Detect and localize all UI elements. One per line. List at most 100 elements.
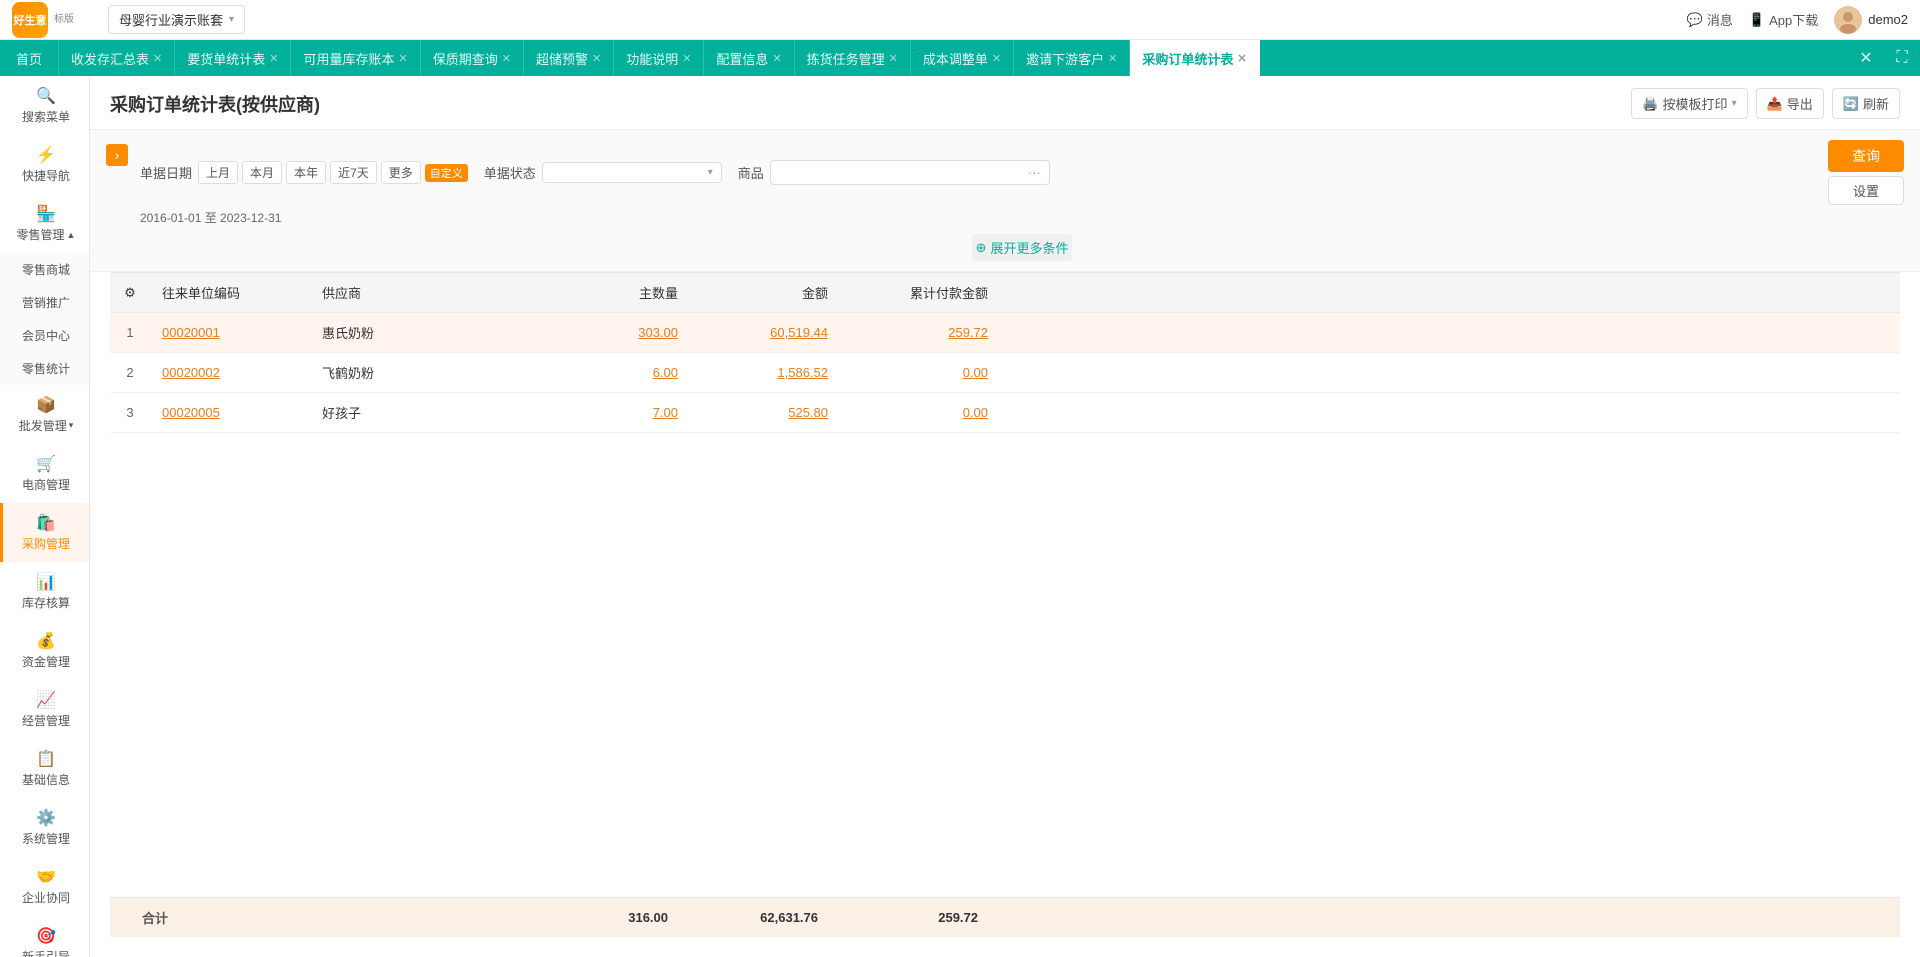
cell-qty-1[interactable]: 303.00 xyxy=(560,313,690,353)
close-icon[interactable]: ✕ xyxy=(502,52,511,65)
user-area[interactable]: demo2 xyxy=(1834,6,1908,34)
tab-function-desc[interactable]: 功能说明 ✕ xyxy=(614,40,704,76)
newbie-icon: 🎯 xyxy=(36,926,56,946)
page-title: 采购订单统计表(按供应商) xyxy=(110,91,320,117)
cell-amount-3[interactable]: 525.80 xyxy=(690,393,840,433)
tab-collapse-btn[interactable]: ✕ xyxy=(1848,40,1884,76)
sidebar-item-collab[interactable]: 🤝 企业协同 xyxy=(0,857,89,916)
table-row: 1 00020001 惠氏奶粉 303.00 60,519.44 259.72 xyxy=(110,313,1900,353)
expand-toggle-btn[interactable]: › xyxy=(106,144,128,166)
close-icon-active[interactable]: ✕ xyxy=(1237,52,1246,65)
tab-config[interactable]: 配置信息 ✕ xyxy=(704,40,794,76)
expand-more-btn[interactable]: ⊕ 展开更多条件 xyxy=(972,234,1073,261)
sidebar-item-newbie[interactable]: 🎯 新手引导 xyxy=(0,916,89,957)
filter-date-group: 单据日期 上月 本月 本年 近7天 更多 自定义 xyxy=(140,161,468,184)
sidebar-item-search[interactable]: 🔍 搜索菜单 xyxy=(0,76,89,135)
close-icon[interactable]: ✕ xyxy=(682,52,691,65)
tab-receivable[interactable]: 收发存汇总表 ✕ xyxy=(59,40,175,76)
close-icon[interactable]: ✕ xyxy=(269,52,278,65)
tab-overstock[interactable]: 超储预警 ✕ xyxy=(524,40,614,76)
sidebar-operations-label: 经营管理 xyxy=(22,712,70,729)
filter-status-select[interactable]: ▾ xyxy=(542,162,722,183)
btn-this-month[interactable]: 本月 xyxy=(242,161,282,184)
btn-this-year[interactable]: 本年 xyxy=(286,161,326,184)
sidebar-item-system[interactable]: ⚙️ 系统管理 xyxy=(0,798,89,857)
sidebar-item-member[interactable]: 会员中心 xyxy=(0,319,89,352)
sidebar-ecommerce-label: 电商管理 xyxy=(22,476,70,493)
filter-bar: › 单据日期 上月 本月 本年 近7天 更多 xyxy=(90,130,1920,272)
sidebar-item-purchase[interactable]: 🛍️ 采购管理 xyxy=(0,503,89,562)
sidebar-quick-label: 快捷导航 xyxy=(22,167,70,184)
tab-order-stats[interactable]: 要货单统计表 ✕ xyxy=(175,40,291,76)
message-btn[interactable]: 💬 消息 xyxy=(1687,10,1733,29)
sidebar-finance-label: 资金管理 xyxy=(22,653,70,670)
tab-inventory[interactable]: 可用量库存账本 ✕ xyxy=(291,40,420,76)
sidebar-item-retail-shop[interactable]: 零售商城 xyxy=(0,253,89,286)
tab-pick-task[interactable]: 拣货任务管理 ✕ xyxy=(795,40,911,76)
cell-extra-1 xyxy=(1000,313,1900,353)
tab-expand-btn[interactable]: ⛶ xyxy=(1884,40,1920,76)
tab-home[interactable]: 首页 xyxy=(0,40,59,76)
cell-code-2[interactable]: 00020002 xyxy=(150,353,310,393)
sidebar-item-stock[interactable]: 📊 库存核算 xyxy=(0,562,89,621)
close-icon[interactable]: ✕ xyxy=(592,52,601,65)
settings-icon[interactable]: ⚙ xyxy=(124,285,136,300)
print-arrow-icon: ▾ xyxy=(1732,98,1737,109)
sidebar-item-basics[interactable]: 📋 基础信息 xyxy=(0,739,89,798)
col-header-check: ⚙ xyxy=(110,273,150,313)
sidebar-newbie-label: 新手引导 xyxy=(22,948,70,957)
cell-code-3[interactable]: 00020005 xyxy=(150,393,310,433)
btn-refresh[interactable]: 🔄 刷新 xyxy=(1832,88,1900,119)
close-icon[interactable]: ✕ xyxy=(889,52,898,65)
cell-qty-2[interactable]: 6.00 xyxy=(560,353,690,393)
filter-status-group: 单据状态 ▾ xyxy=(484,162,722,183)
close-icon[interactable]: ✕ xyxy=(153,52,162,65)
tab-home-label: 首页 xyxy=(16,49,42,68)
cell-amount-2[interactable]: 1,586.52 xyxy=(690,353,840,393)
sidebar-item-retail-mgmt[interactable]: 🏪 零售管理 ▲ xyxy=(0,194,89,253)
btn-query[interactable]: 查询 xyxy=(1828,140,1904,172)
sidebar-item-finance[interactable]: 💰 资金管理 xyxy=(0,621,89,680)
sidebar-item-wholesale[interactable]: 📦 批发管理 ▾ xyxy=(0,385,89,444)
sidebar-search-label: 搜索菜单 xyxy=(22,108,70,125)
workspace-arrow: ▾ xyxy=(229,14,234,25)
user-name: demo2 xyxy=(1868,12,1908,27)
sidebar-collab-label: 企业协同 xyxy=(22,889,70,906)
tab-expiry[interactable]: 保质期查询 ✕ xyxy=(421,40,524,76)
app-download-btn[interactable]: 📱 App下载 xyxy=(1749,10,1818,29)
logo-area: 好生意 标版 xyxy=(12,2,100,38)
btn-last-7-days[interactable]: 近7天 xyxy=(330,161,377,184)
btn-export[interactable]: 📤 导出 xyxy=(1756,88,1824,119)
sidebar-item-ecommerce[interactable]: 🛒 电商管理 xyxy=(0,444,89,503)
filter-goods-group: 商品 ··· xyxy=(738,160,1050,185)
cell-paid-3[interactable]: 0.00 xyxy=(840,393,1000,433)
tab-purchase-stats[interactable]: 采购订单统计表 ✕ xyxy=(1130,40,1259,76)
btn-more-dates[interactable]: 更多 xyxy=(381,161,421,184)
btn-last-month[interactable]: 上月 xyxy=(198,161,238,184)
tab-cost-adjust[interactable]: 成本调整单 ✕ xyxy=(911,40,1014,76)
cell-qty-3[interactable]: 7.00 xyxy=(560,393,690,433)
tab-invite-customer[interactable]: 邀请下游客户 ✕ xyxy=(1014,40,1130,76)
table-footer: 合计 316.00 62,631.76 259.72 xyxy=(110,897,1900,937)
cell-code-1[interactable]: 00020001 xyxy=(150,313,310,353)
close-icon[interactable]: ✕ xyxy=(772,52,781,65)
filter-goods-input[interactable]: ··· xyxy=(770,160,1050,185)
cell-amount-1[interactable]: 60,519.44 xyxy=(690,313,840,353)
cell-paid-2[interactable]: 0.00 xyxy=(840,353,1000,393)
sidebar-item-operations[interactable]: 📈 经营管理 xyxy=(0,680,89,739)
close-icon[interactable]: ✕ xyxy=(992,52,1001,65)
col-header-code: 往来单位编码 xyxy=(150,273,310,313)
btn-print-template[interactable]: 🖨️ 按模板打印 ▾ xyxy=(1631,88,1747,119)
close-icon[interactable]: ✕ xyxy=(399,52,408,65)
sidebar-item-marketing[interactable]: 营销推广 xyxy=(0,286,89,319)
table-container: ⚙ 往来单位编码 供应商 主数量 金额 累计付款金额 1 000200 xyxy=(90,272,1920,897)
btn-settings[interactable]: 设置 xyxy=(1828,176,1904,205)
avatar xyxy=(1834,6,1862,34)
cell-paid-1[interactable]: 259.72 xyxy=(840,313,1000,353)
close-icon[interactable]: ✕ xyxy=(1108,52,1117,65)
wholesale-icon: 📦 xyxy=(36,395,56,415)
sidebar-item-retail-stats[interactable]: 零售统计 xyxy=(0,352,89,385)
workspace-selector[interactable]: 母婴行业演示账套 ▾ xyxy=(108,5,245,34)
cell-supplier-1: 惠氏奶粉 xyxy=(310,313,560,353)
sidebar-item-quick-nav[interactable]: ⚡ 快捷导航 xyxy=(0,135,89,194)
